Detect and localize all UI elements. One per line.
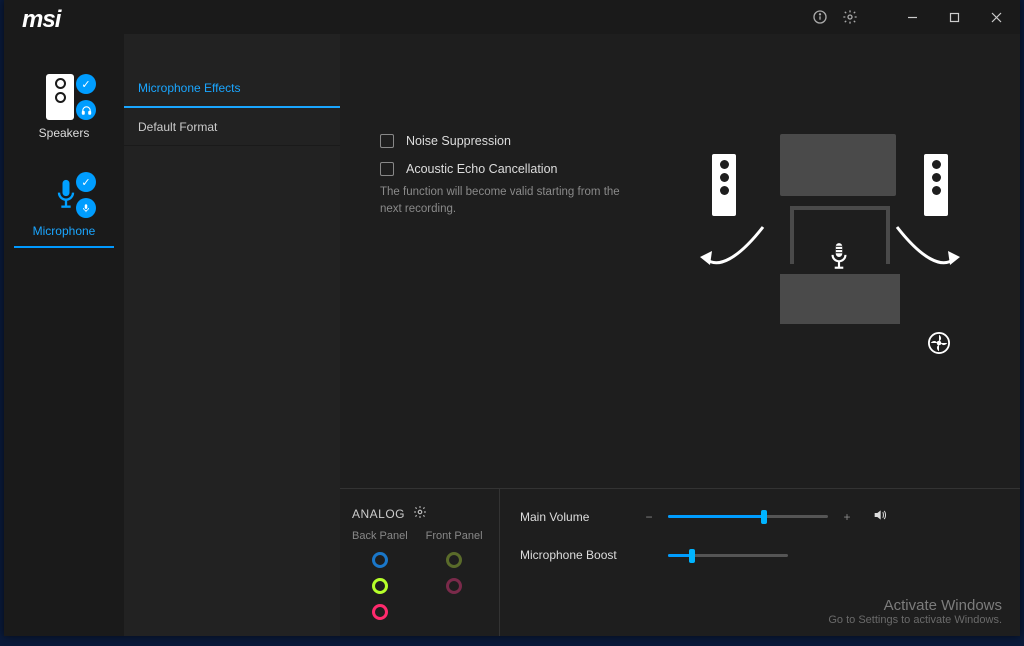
echo-cancel-checkbox[interactable]	[380, 162, 394, 176]
tab-microphone-effects[interactable]: Microphone Effects	[124, 70, 340, 108]
titlebar: msi	[4, 0, 1020, 34]
front-panel-column: Front Panel	[426, 530, 483, 620]
app-window: msi	[4, 0, 1020, 636]
jack-front-1[interactable]	[446, 552, 462, 568]
volume-decrease-button[interactable]: −	[644, 510, 654, 524]
echo-hint: The function will become valid starting …	[380, 184, 640, 217]
titlebar-actions	[806, 2, 1016, 32]
gear-icon[interactable]	[413, 505, 427, 522]
jack-lime[interactable]	[372, 578, 388, 594]
device-rail: ✓ Speakers ✓	[4, 34, 124, 636]
check-icon: ✓	[76, 172, 96, 192]
activate-sub: Go to Settings to activate Windows.	[828, 614, 1002, 626]
mic-boost-row: Microphone Boost	[520, 548, 980, 562]
window-close-button[interactable]	[976, 2, 1016, 32]
window-maximize-button[interactable]	[934, 2, 974, 32]
window-minimize-button[interactable]	[892, 2, 932, 32]
jack-blue[interactable]	[372, 552, 388, 568]
check-icon: ✓	[76, 74, 96, 94]
analog-panel: ANALOG Back Panel Front P	[340, 489, 500, 636]
headphone-icon	[76, 100, 96, 120]
gear-icon[interactable]	[836, 3, 864, 31]
jack-front-2[interactable]	[446, 578, 462, 594]
tab-default-format[interactable]: Default Format	[124, 108, 340, 146]
sliders-panel: Main Volume − + Microphone Boost	[500, 489, 1020, 636]
main-panel: Noise Suppression Acoustic Echo Cancella…	[340, 34, 1020, 636]
effects-content: Noise Suppression Acoustic Echo Cancella…	[340, 34, 1020, 488]
subnav: Microphone Effects Default Format	[124, 34, 340, 636]
jack-pink[interactable]	[372, 604, 388, 620]
bottom-panel: ANALOG Back Panel Front P	[340, 488, 1020, 636]
noise-suppression-label: Noise Suppression	[406, 134, 511, 148]
front-panel-label: Front Panel	[426, 530, 483, 542]
analog-heading: ANALOG	[352, 507, 405, 521]
microphone-icon: ✓	[32, 172, 96, 218]
sidebar-item-speakers[interactable]: ✓ Speakers	[4, 74, 124, 150]
main-volume-label: Main Volume	[520, 510, 630, 524]
speaker-icon: ✓	[32, 74, 96, 120]
echo-cancel-label: Acoustic Echo Cancellation	[406, 162, 557, 176]
mic-boost-slider[interactable]	[668, 554, 788, 557]
volume-increase-button[interactable]: +	[842, 510, 852, 524]
sidebar-item-microphone[interactable]: ✓ Microphone	[4, 172, 124, 248]
main-volume-row: Main Volume − +	[520, 507, 980, 526]
sidebar-item-label: Microphone	[33, 224, 96, 238]
mic-boost-label: Microphone Boost	[520, 548, 630, 562]
back-panel-column: Back Panel	[352, 530, 408, 620]
noise-suppression-checkbox[interactable]	[380, 134, 394, 148]
activate-windows-watermark: Activate Windows Go to Settings to activ…	[828, 597, 1002, 626]
echo-diagram-icon	[680, 134, 980, 384]
sidebar-item-label: Speakers	[39, 126, 90, 140]
mic-small-icon	[76, 198, 96, 218]
main-volume-slider[interactable]	[668, 515, 828, 518]
back-panel-label: Back Panel	[352, 530, 408, 542]
fan-icon	[928, 332, 950, 359]
brand-logo: msi	[22, 6, 60, 34]
info-icon[interactable]	[806, 3, 834, 31]
activate-title: Activate Windows	[828, 597, 1002, 614]
speaker-output-icon[interactable]	[872, 507, 888, 526]
